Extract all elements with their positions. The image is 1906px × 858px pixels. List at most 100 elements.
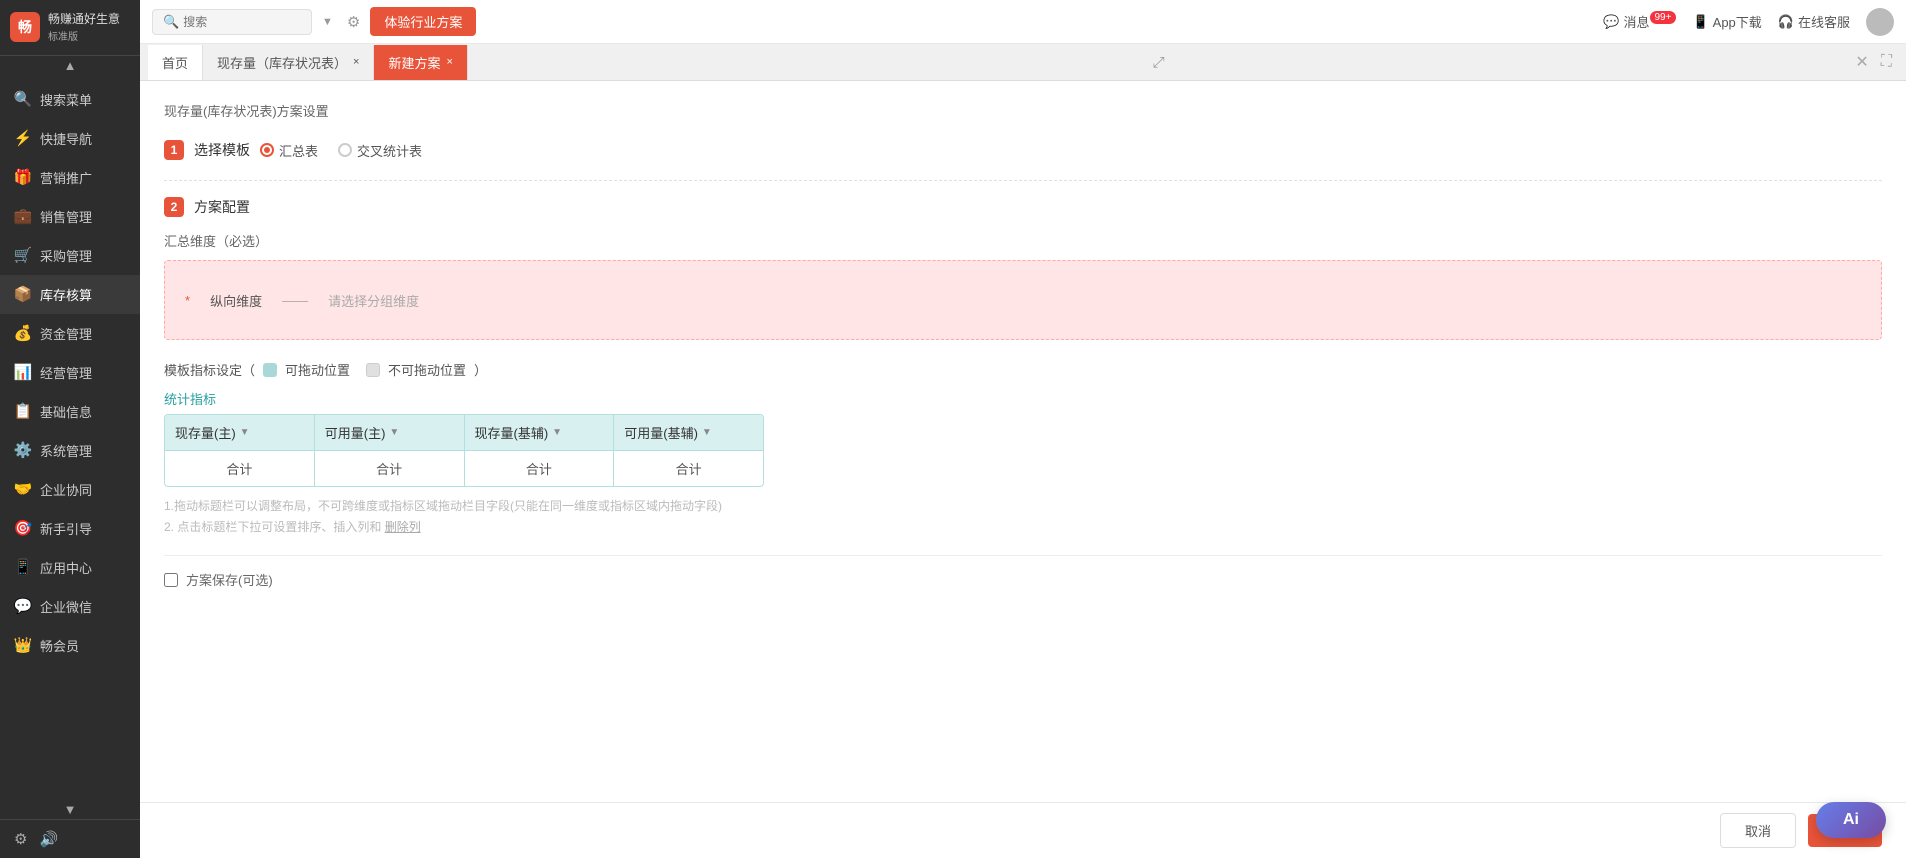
col-1-chevron-icon[interactable]: ▼ — [389, 427, 399, 438]
indicator-setting-label-row: 模板指标设定（ 可拖动位置 不可拖动位置 ） — [164, 360, 1882, 379]
sidebar-item-guide[interactable]: 🎯 新手引导 — [0, 509, 140, 548]
sidebar-item-purchase[interactable]: 🛒 采购管理 — [0, 236, 140, 275]
tip1-text: 1.拖动标题栏可以调整布局，不可跨维度或指标区域拖动栏目字段(只能在同一维度或指… — [164, 499, 722, 513]
tab-new-plan[interactable]: 新建方案 × — [374, 45, 467, 80]
tab-home[interactable]: 首页 — [148, 45, 203, 80]
tab-new-plan-label: 新建方案 — [388, 53, 440, 72]
content-area: 现存量(库存状况表)方案设置 1 选择模板 汇总表 交叉统计表 — [140, 81, 1906, 802]
sidebar-item-marketing[interactable]: 🎁 营销推广 — [0, 158, 140, 197]
col-3-label: 可用量(基辅) — [624, 423, 698, 442]
dim-dash: —— — [282, 293, 308, 308]
sidebar-item-label: 快捷导航 — [40, 129, 92, 148]
tab-expand-btn[interactable]: ⤢ — [1143, 46, 1175, 79]
app-download-label: App下载 — [1713, 12, 1762, 31]
ai-bubble[interactable]: Ai — [1816, 802, 1886, 838]
sidebar-bottom: ⚙ 🔊 — [0, 819, 140, 858]
sidebar-item-system[interactable]: ⚙️ 系统管理 — [0, 431, 140, 470]
save-label: 方案保存(可选) — [186, 570, 273, 589]
tab-inventory-close-icon[interactable]: × — [353, 56, 359, 68]
online-service-btn[interactable]: 🎧 在线客服 — [1778, 12, 1850, 31]
sidebar-item-operation[interactable]: 📊 经营管理 — [0, 353, 140, 392]
radio-summary[interactable]: 汇总表 — [260, 141, 318, 160]
logo-icon: 畅 — [10, 12, 40, 42]
logo-text: 畅赚通好生意 — [48, 12, 120, 28]
col-0-chevron-icon[interactable]: ▼ — [240, 427, 250, 438]
sidebar-item-app-center[interactable]: 📱 应用中心 — [0, 548, 140, 587]
tip-line-2: 2. 点击标题栏下拉可设置排序、插入列和 删除列 — [164, 518, 1882, 535]
tip-line-1: 1.拖动标题栏可以调整布局，不可跨维度或指标区域拖动栏目字段(只能在同一维度或指… — [164, 497, 1882, 514]
topbar-right: 💬 消息 99+ 📱 App下载 🎧 在线客服 — [1603, 8, 1894, 36]
dropdown-chevron-icon[interactable]: ▼ — [322, 16, 333, 28]
tab-inventory-status[interactable]: 现存量（库存状况表） × — [203, 45, 374, 80]
search-input[interactable] — [183, 15, 283, 29]
message-label: 消息 — [1623, 12, 1649, 31]
chat-icon: 💬 — [14, 597, 32, 615]
sidebar-item-label: 销售管理 — [40, 207, 92, 226]
col-header-1[interactable]: 可用量(主) ▼ — [315, 415, 465, 450]
col-header-0[interactable]: 现存量(主) ▼ — [165, 415, 315, 450]
tip2-prefix: 2. 点击标题栏下拉可设置排序、插入列和 — [164, 520, 381, 534]
col-header-3[interactable]: 可用量(基辅) ▼ — [614, 415, 763, 450]
sidebar-item-basic-info[interactable]: 📋 基础信息 — [0, 392, 140, 431]
message-btn[interactable]: 💬 消息 99+ — [1603, 12, 1676, 31]
topbar-search-box[interactable]: 🔍 — [152, 9, 312, 35]
step1-section: 1 选择模板 汇总表 交叉统计表 — [164, 140, 1882, 160]
step1-num: 1 — [164, 140, 184, 160]
search-icon: 🔍 — [14, 90, 32, 108]
scroll-down-btn[interactable]: ▼ — [0, 799, 140, 819]
step2-header: 2 方案配置 — [164, 197, 1882, 217]
sidebar-item-label: 库存核算 — [40, 285, 92, 304]
radio-cross[interactable]: 交叉统计表 — [338, 141, 422, 160]
radio-summary-dot — [260, 143, 274, 157]
radio-cross-label: 交叉统计表 — [357, 141, 422, 160]
sidebar-nav: 🔍 搜索菜单 ⚡ 快捷导航 🎁 营销推广 💼 销售管理 🛒 采购管理 📦 库存核… — [0, 76, 140, 799]
speaker-icon[interactable]: 🔊 — [39, 830, 58, 848]
indicator-data-row: 合计 合计 合计 合计 — [165, 450, 763, 486]
summary-dim-label: 汇总维度（必选） — [164, 231, 1882, 250]
main-area: 🔍 ▼ ⚙ 体验行业方案 💬 消息 99+ 📱 App下载 🎧 在线客服 — [140, 0, 1906, 858]
tips-section: 1.拖动标题栏可以调整布局，不可跨维度或指标区域拖动栏目字段(只能在同一维度或指… — [164, 497, 1882, 535]
sidebar-item-label: 新手引导 — [40, 519, 92, 538]
maximize-icon[interactable]: ⛶ — [1875, 45, 1898, 79]
cart-icon: 🛒 — [14, 246, 32, 264]
col-2-chevron-icon[interactable]: ▼ — [552, 427, 562, 438]
app-download-btn[interactable]: 📱 App下载 — [1692, 12, 1761, 31]
tip2-link[interactable]: 删除列 — [385, 520, 421, 534]
radio-cross-dot — [338, 143, 352, 157]
sidebar-item-label: 应用中心 — [40, 558, 92, 577]
settings-icon[interactable]: ⚙ — [347, 13, 360, 31]
sidebar-item-enterprise[interactable]: 🤝 企业协同 — [0, 470, 140, 509]
avatar[interactable] — [1866, 8, 1894, 36]
cancel-button[interactable]: 取消 — [1720, 813, 1796, 848]
save-checkbox[interactable] — [164, 573, 178, 587]
col-header-2[interactable]: 现存量(基辅) ▼ — [465, 415, 615, 450]
sidebar-item-search-menu[interactable]: 🔍 搜索菜单 — [0, 80, 140, 119]
sidebar-item-finance[interactable]: 💰 资金管理 — [0, 314, 140, 353]
sidebar-item-sales[interactable]: 💼 销售管理 — [0, 197, 140, 236]
trial-btn[interactable]: 体验行业方案 — [370, 7, 476, 36]
scroll-up-btn[interactable]: ▲ — [0, 56, 140, 76]
phone-icon: 📱 — [1692, 14, 1708, 30]
sidebar-item-quick-nav[interactable]: ⚡ 快捷导航 — [0, 119, 140, 158]
col-1-label: 可用量(主) — [325, 423, 386, 442]
sidebar: 畅 畅赚通好生意 标准版 ▲ 🔍 搜索菜单 ⚡ 快捷导航 🎁 营销推广 💼 销售… — [0, 0, 140, 858]
required-mark: * — [185, 293, 190, 308]
sidebar-item-label: 营销推广 — [40, 168, 92, 187]
online-service-label: 在线客服 — [1798, 12, 1850, 31]
sidebar-item-wechat[interactable]: 💬 企业微信 — [0, 587, 140, 626]
ai-label: Ai — [1843, 811, 1859, 829]
indicator-setting-end: ） — [474, 360, 487, 379]
col-3-chevron-icon[interactable]: ▼ — [702, 427, 712, 438]
step2-label: 方案配置 — [194, 197, 250, 217]
box-icon: 📦 — [14, 285, 32, 303]
sidebar-item-inventory[interactable]: 📦 库存核算 — [0, 275, 140, 314]
close-panel-icon[interactable]: ✕ — [1849, 44, 1874, 80]
sidebar-item-label: 企业协同 — [40, 480, 92, 499]
tab-new-plan-close-icon[interactable]: × — [446, 56, 452, 68]
dimension-area[interactable]: * 纵向维度 —— 请选择分组维度 — [164, 260, 1882, 340]
target-icon: 🎯 — [14, 519, 32, 537]
draggable-badge — [263, 363, 277, 377]
sidebar-item-member[interactable]: 👑 畅会员 — [0, 626, 140, 665]
settings-bottom-icon[interactable]: ⚙ — [14, 830, 27, 848]
gear-icon: ⚙️ — [14, 441, 32, 459]
